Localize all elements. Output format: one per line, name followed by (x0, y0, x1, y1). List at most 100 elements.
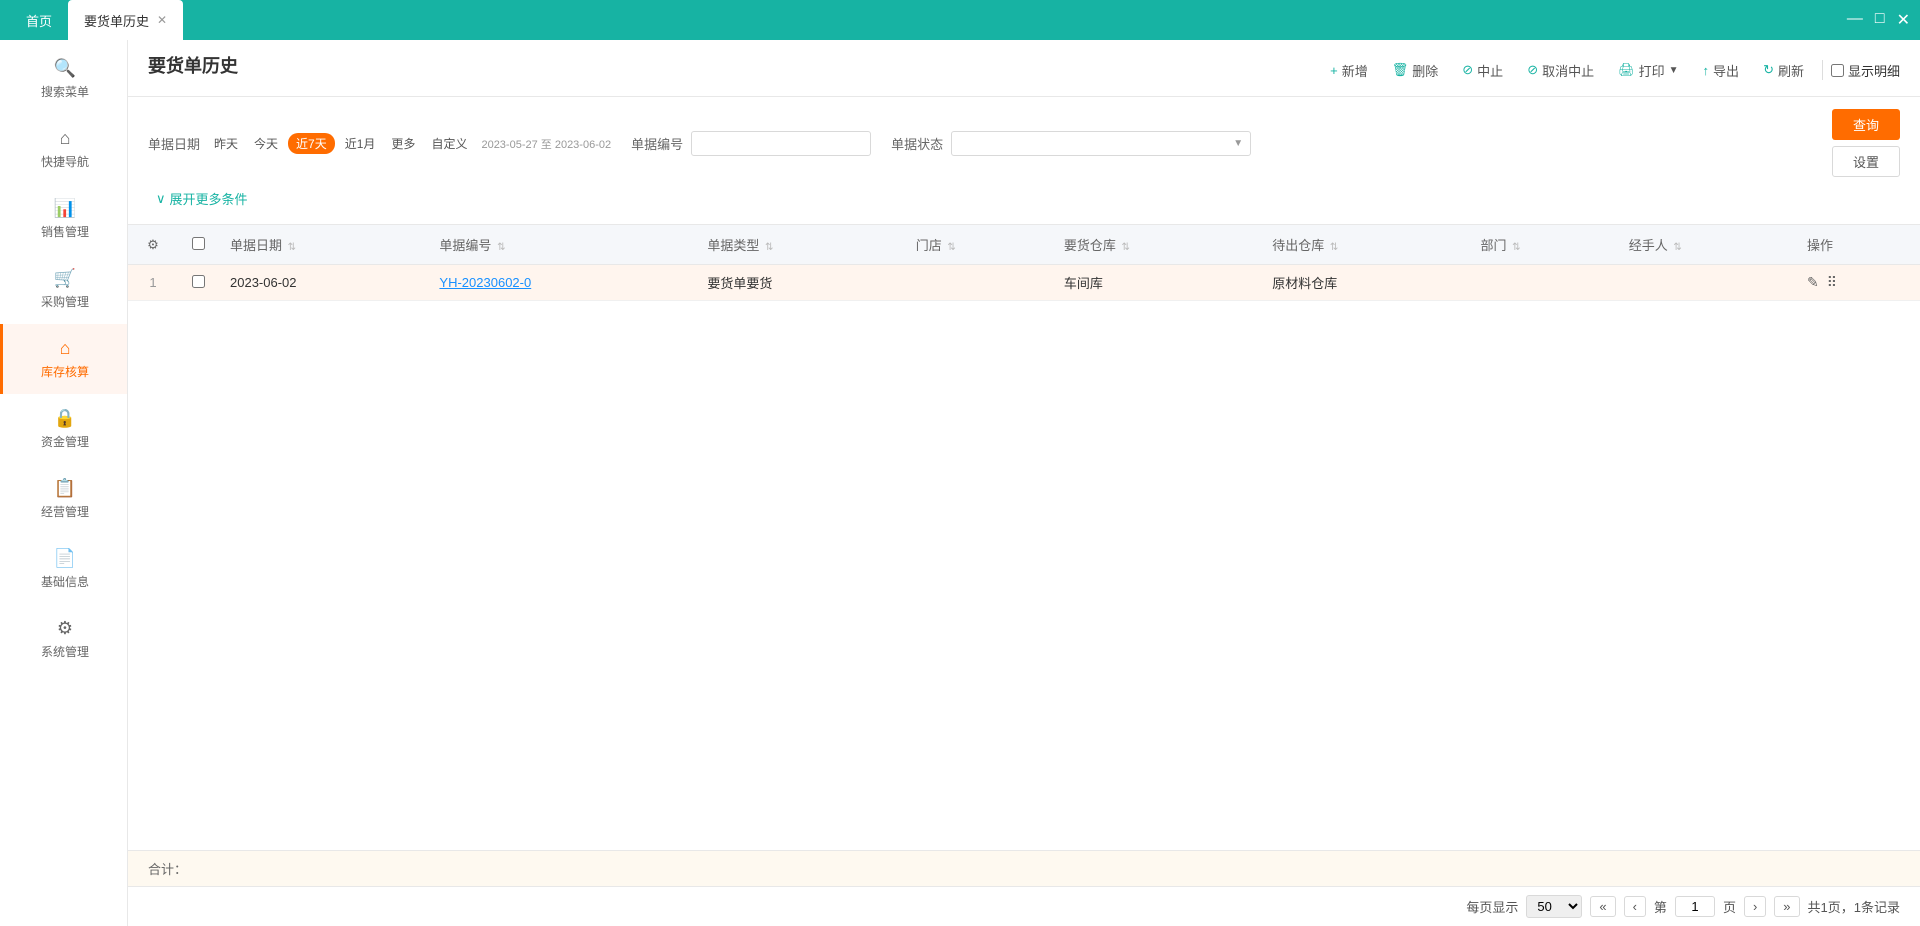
expand-more-button[interactable]: ∨ 展开更多条件 (148, 185, 1900, 212)
row-edit-icon[interactable]: ✎ (1807, 274, 1819, 291)
stop-button[interactable]: ⊘ 中止 (1452, 56, 1513, 85)
date-option-last-month[interactable]: 近1月 (339, 133, 382, 154)
refresh-button[interactable]: ↻ 刷新 (1753, 56, 1814, 85)
row-checkbox-cell[interactable] (178, 265, 218, 301)
show-detail-checkbox[interactable] (1831, 64, 1844, 77)
row-operation: ✎ ⠿ (1795, 265, 1920, 301)
date-option-last7days[interactable]: 近7天 (288, 133, 335, 154)
col-settings[interactable]: ⚙ (128, 225, 178, 265)
col-checkbox[interactable] (178, 225, 218, 265)
delete-button[interactable]: 🗑 删除 (1382, 56, 1449, 85)
table-row: 1 2023-06-02 YH-20230602-0 要货单要货 车间库 原材料… (128, 265, 1920, 301)
row-dept (1469, 265, 1617, 301)
col-operation: 操作 (1795, 225, 1920, 265)
sidebar-item-quick-nav[interactable]: ⌂ 快捷导航 (0, 114, 127, 184)
minimize-button[interactable]: — (1847, 10, 1863, 30)
summary-label: 合计： (148, 859, 187, 878)
query-button[interactable]: 查询 (1832, 109, 1900, 140)
sidebar-item-sales[interactable]: 📊 销售管理 (0, 184, 127, 254)
col-doc-type[interactable]: 单据类型 ⇅ (695, 225, 903, 265)
export-icon: ↑ (1703, 63, 1710, 78)
row-handler (1617, 265, 1795, 301)
col-handler[interactable]: 经手人 ⇅ (1617, 225, 1795, 265)
cancel-stop-icon: ⊘ (1527, 62, 1538, 78)
row-more-icon[interactable]: ⠿ (1827, 274, 1837, 291)
sidebar-label-system: 系统管理 (41, 643, 89, 660)
sidebar-item-purchase[interactable]: 🛒 采购管理 (0, 254, 127, 324)
tab-requisition-history[interactable]: 要货单历史 ✕ (68, 0, 183, 40)
print-arrow-icon: ▼ (1669, 65, 1679, 76)
date-option-today[interactable]: 今天 (248, 133, 284, 154)
export-button[interactable]: ↑ 导出 (1693, 56, 1750, 85)
window-controls: — □ ✕ (1847, 10, 1910, 30)
add-button[interactable]: + 新增 (1320, 56, 1378, 85)
fund-icon: 🔒 (54, 408, 76, 429)
close-button[interactable]: ✕ (1897, 10, 1910, 30)
chevron-down-icon: ∨ (156, 191, 166, 207)
filter-settings-button[interactable]: 设置 (1832, 146, 1900, 177)
sort-doc-date-icon[interactable]: ⇅ (288, 242, 296, 253)
page-input[interactable] (1675, 896, 1715, 917)
show-detail-checkbox-label[interactable]: 显示明细 (1831, 61, 1900, 80)
doc-number-input[interactable] (691, 131, 871, 156)
sort-dept-icon[interactable]: ⇅ (1512, 242, 1520, 253)
sidebar-item-ops[interactable]: 📋 经营管理 (0, 464, 127, 534)
search-icon: 🔍 (54, 58, 76, 79)
sidebar-item-system[interactable]: ⚙ 系统管理 (0, 604, 127, 674)
content-area: 要货单历史 + 新增 🗑 删除 ⊘ 中止 ⊘ (128, 40, 1920, 926)
delete-icon: 🗑 (1392, 62, 1409, 78)
inventory-icon: ⌂ (60, 338, 71, 359)
col-store[interactable]: 门店 ⇅ (904, 225, 1052, 265)
col-dept[interactable]: 部门 ⇅ (1469, 225, 1617, 265)
tab-home[interactable]: 首页 (10, 0, 68, 40)
page-title: 要货单历史 (148, 52, 238, 78)
col-pending-warehouse[interactable]: 待出仓库 ⇅ (1260, 225, 1468, 265)
next-page-button[interactable]: › (1744, 896, 1766, 917)
last-page-button[interactable]: » (1774, 896, 1799, 917)
sidebar-item-search-menu[interactable]: 🔍 搜索菜单 (0, 44, 127, 114)
per-page-label: 每页显示 (1466, 897, 1518, 916)
summary-bar: 合计： (128, 850, 1920, 886)
first-page-button[interactable]: « (1590, 896, 1615, 917)
sort-pending-warehouse-icon[interactable]: ⇅ (1330, 242, 1338, 253)
sort-doc-number-icon[interactable]: ⇅ (497, 242, 505, 253)
date-option-yesterday[interactable]: 昨天 (208, 133, 244, 154)
row-doc-number[interactable]: YH-20230602-0 (427, 265, 695, 301)
col-doc-number[interactable]: 单据编号 ⇅ (427, 225, 695, 265)
doc-status-label: 单据状态 (891, 134, 943, 153)
status-dropdown-icon[interactable]: ▼ (1233, 138, 1243, 149)
close-tab-icon[interactable]: ✕ (157, 13, 167, 27)
maximize-button[interactable]: □ (1875, 10, 1885, 30)
row-req-warehouse: 车间库 (1052, 265, 1260, 301)
top-bar: 首页 要货单历史 ✕ — □ ✕ (0, 0, 1920, 40)
requisition-table: ⚙ 单据日期 ⇅ 单据编号 ⇅ 单据类型 (128, 225, 1920, 301)
select-all-checkbox[interactable] (192, 237, 205, 250)
sort-doc-type-icon[interactable]: ⇅ (765, 242, 773, 253)
doc-status-input[interactable] (951, 131, 1251, 156)
col-doc-date[interactable]: 单据日期 ⇅ (218, 225, 427, 265)
sidebar-item-inventory[interactable]: ⌂ 库存核算 (0, 324, 127, 394)
date-option-custom[interactable]: 自定义 (425, 133, 473, 154)
sidebar-item-fund[interactable]: 🔒 资金管理 (0, 394, 127, 464)
main-layout: 🔍 搜索菜单 ⌂ 快捷导航 📊 销售管理 🛒 采购管理 ⌂ 库存核算 🔒 资金管… (0, 40, 1920, 926)
row-checkbox[interactable] (192, 275, 205, 288)
row-pending-warehouse: 原材料仓库 (1260, 265, 1468, 301)
cancel-stop-button[interactable]: ⊘ 取消中止 (1517, 56, 1604, 85)
sidebar-item-basic[interactable]: 📄 基础信息 (0, 534, 127, 604)
stop-icon: ⊘ (1462, 62, 1473, 78)
doc-number-label: 单据编号 (631, 134, 683, 153)
sort-req-warehouse-icon[interactable]: ⇅ (1122, 242, 1130, 253)
per-page-select[interactable]: 50 10 20 100 (1526, 895, 1582, 918)
sidebar-label-sales: 销售管理 (41, 223, 89, 240)
print-button[interactable]: 🖨 打印 ▼ (1608, 56, 1688, 85)
date-option-more[interactable]: 更多 (385, 133, 421, 154)
tab-home-label: 首页 (26, 11, 52, 30)
add-icon: + (1330, 63, 1338, 78)
sort-handler-icon[interactable]: ⇅ (1673, 242, 1681, 253)
doc-status-filter-group: 单据状态 ▼ (891, 131, 1251, 156)
prev-page-button[interactable]: ‹ (1624, 896, 1646, 917)
col-req-warehouse[interactable]: 要货仓库 ⇅ (1052, 225, 1260, 265)
print-icon: 🖨 (1618, 62, 1635, 78)
sidebar-label-search: 搜索菜单 (41, 83, 89, 100)
sort-store-icon[interactable]: ⇅ (947, 242, 955, 253)
